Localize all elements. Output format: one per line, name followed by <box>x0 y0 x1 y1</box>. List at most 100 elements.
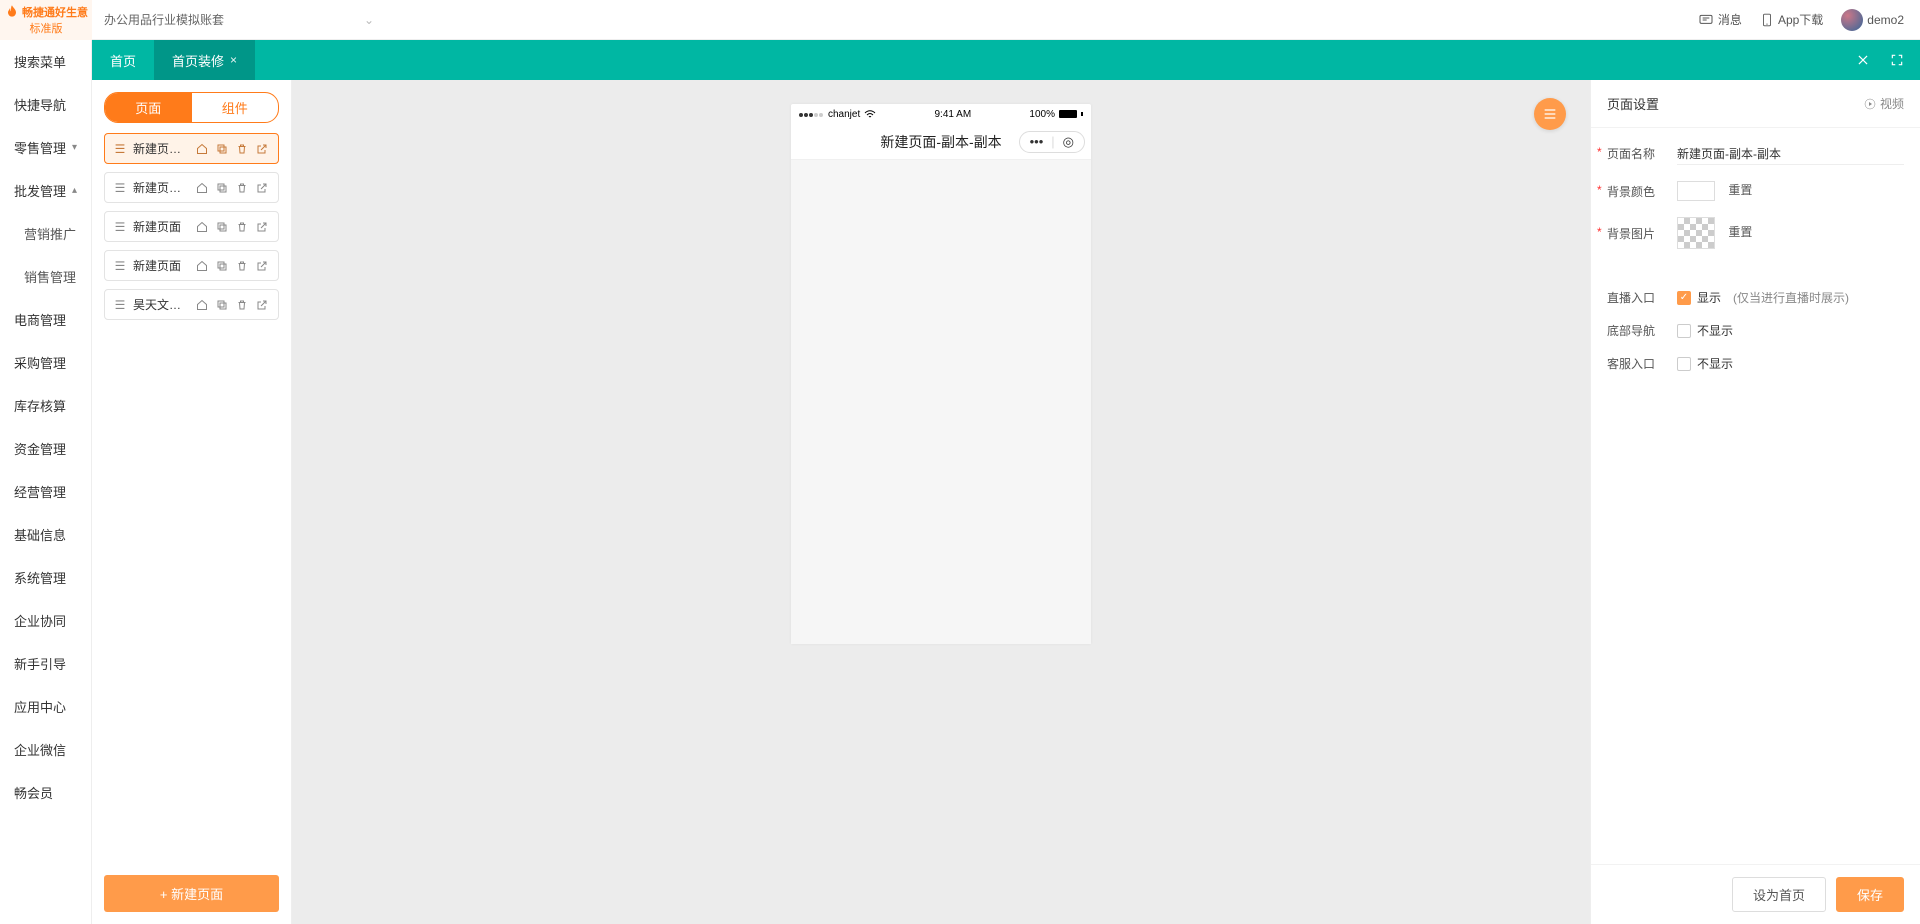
list-icon: ☰ <box>113 181 127 195</box>
bottom-nav-label: 底部导航 <box>1607 322 1677 339</box>
service-entry-label: 客服入口 <box>1607 355 1677 372</box>
close-icon[interactable]: × <box>230 53 237 67</box>
panel-tab-switch: 页面 组件 <box>104 92 279 123</box>
page-items: ☰新建页面-副本... ☰新建页面-副本 ☰新建页面 ☰新建页面 ☰昊天文具店 <box>104 133 279 875</box>
home-icon[interactable] <box>196 221 210 233</box>
org-name: 办公用品行业模拟账套 <box>104 11 224 28</box>
bg-image-reset[interactable]: 重置 <box>1728 225 1752 239</box>
delete-icon[interactable] <box>236 299 250 311</box>
share-icon[interactable] <box>256 182 270 194</box>
page-list-item[interactable]: ☰昊天文具店 <box>104 289 279 320</box>
page-list-item[interactable]: ☰新建页面-副本... <box>104 133 279 164</box>
canvas: chanjet 9:41 AM 100% 新建页面-副本-副本 ••• <box>292 80 1590 924</box>
live-entry-label: 直播入口 <box>1607 289 1677 306</box>
play-icon <box>1864 98 1876 110</box>
nav-item[interactable]: 资金管理 <box>0 427 91 470</box>
home-icon[interactable] <box>196 260 210 272</box>
share-icon[interactable] <box>256 299 270 311</box>
home-icon[interactable] <box>196 182 210 194</box>
message-button[interactable]: 消息 <box>1698 11 1742 28</box>
nav-item[interactable]: 新手引导 <box>0 642 91 685</box>
settings-panel: 页面设置 视频 页面名称 背景颜色 重置 <box>1590 80 1920 924</box>
target-icon[interactable]: ◎ <box>1059 134 1078 150</box>
brand-logo: 畅捷通好生意 <box>4 4 88 20</box>
nav-item[interactable]: 快捷导航 <box>0 83 91 126</box>
list-icon: ☰ <box>113 142 127 156</box>
delete-icon[interactable] <box>236 182 250 194</box>
bg-image-label: 背景图片 <box>1607 225 1677 242</box>
tab-home[interactable]: 首页 <box>92 40 154 80</box>
message-icon <box>1698 12 1714 28</box>
nav-subitem[interactable]: 销售管理 <box>0 255 91 298</box>
flame-icon <box>4 4 20 20</box>
copy-icon[interactable] <box>216 182 230 194</box>
page-list-item[interactable]: ☰新建页面 <box>104 250 279 281</box>
service-entry-checkbox[interactable] <box>1677 357 1691 371</box>
list-icon: ☰ <box>113 259 127 273</box>
nav-subitem[interactable]: 营销推广 <box>0 212 91 255</box>
page-list-item[interactable]: ☰新建页面 <box>104 211 279 242</box>
signal-icon <box>799 109 824 120</box>
copy-icon[interactable] <box>216 143 230 155</box>
nav-item[interactable]: 采购管理 <box>0 341 91 384</box>
bottom-nav-checkbox[interactable] <box>1677 324 1691 338</box>
toggle-panel-button[interactable] <box>1534 98 1566 130</box>
tab-page-decorate[interactable]: 首页装修 × <box>154 40 255 80</box>
nav-item[interactable]: 基础信息 <box>0 513 91 556</box>
brand-edition: 标准版 <box>30 20 63 36</box>
fullscreen-button[interactable] <box>1884 47 1910 73</box>
org-selector[interactable]: 办公用品行业模拟账套 ⌄ <box>104 11 374 28</box>
delete-icon[interactable] <box>236 221 250 233</box>
page-list-panel: 页面 组件 ☰新建页面-副本... ☰新建页面-副本 ☰新建页面 ☰新建页面 ☰昊天文具… <box>92 80 292 924</box>
close-all-button[interactable] <box>1850 47 1876 73</box>
nav-item[interactable]: 畅会员 <box>0 771 91 814</box>
set-home-button[interactable]: 设为首页 <box>1732 877 1826 912</box>
nav-item[interactable]: 批发管理▴ <box>0 169 91 212</box>
avatar <box>1841 9 1863 31</box>
caret-up-icon: ▴ <box>72 185 77 196</box>
list-icon: ☰ <box>113 220 127 234</box>
phone-status-bar: chanjet 9:41 AM 100% <box>791 104 1091 124</box>
video-help-link[interactable]: 视频 <box>1864 95 1904 112</box>
share-icon[interactable] <box>256 221 270 233</box>
nav-item[interactable]: 企业微信 <box>0 728 91 771</box>
bg-color-reset[interactable]: 重置 <box>1728 183 1752 197</box>
bg-image-picker[interactable] <box>1677 217 1715 249</box>
home-icon[interactable] <box>196 143 210 155</box>
user-menu[interactable]: demo2 <box>1841 9 1904 31</box>
page-list-item[interactable]: ☰新建页面-副本 <box>104 172 279 203</box>
settings-title: 页面设置 <box>1607 94 1659 113</box>
share-icon[interactable] <box>256 260 270 272</box>
nav-item[interactable]: 应用中心 <box>0 685 91 728</box>
copy-icon[interactable] <box>216 299 230 311</box>
nav-item[interactable]: 库存核算 <box>0 384 91 427</box>
home-icon[interactable] <box>196 299 210 311</box>
top-bar: 畅捷通好生意 标准版 办公用品行业模拟账套 ⌄ 消息 App下载 demo2 <box>0 0 1920 40</box>
panel-tab-component[interactable]: 组件 <box>192 93 279 122</box>
nav-item[interactable]: 零售管理▾ <box>0 126 91 169</box>
new-page-button[interactable]: + 新建页面 <box>104 875 279 912</box>
panel-tab-page[interactable]: 页面 <box>105 93 192 122</box>
miniapp-capsule: ••• | ◎ <box>1019 131 1085 153</box>
page-name-input[interactable] <box>1677 142 1904 165</box>
share-icon[interactable] <box>256 143 270 155</box>
top-right-actions: 消息 App下载 demo2 <box>1698 9 1920 31</box>
nav-item[interactable]: 电商管理 <box>0 298 91 341</box>
nav-item[interactable]: 系统管理 <box>0 556 91 599</box>
tab-bar: 首页 首页装修 × <box>92 40 1920 80</box>
bg-color-swatch[interactable] <box>1677 181 1715 201</box>
delete-icon[interactable] <box>236 143 250 155</box>
nav-item[interactable]: 经营管理 <box>0 470 91 513</box>
more-icon[interactable]: ••• <box>1026 134 1048 149</box>
delete-icon[interactable] <box>236 260 250 272</box>
save-button[interactable]: 保存 <box>1836 877 1904 912</box>
live-entry-checkbox[interactable]: ✓ <box>1677 291 1691 305</box>
nav-item[interactable]: 企业协同 <box>0 599 91 642</box>
copy-icon[interactable] <box>216 260 230 272</box>
nav-item[interactable]: 搜索菜单 <box>0 40 91 83</box>
phone-body[interactable] <box>791 160 1091 644</box>
app-download-button[interactable]: App下载 <box>1760 11 1823 28</box>
page-name-label: 页面名称 <box>1607 145 1677 162</box>
bg-color-label: 背景颜色 <box>1607 183 1677 200</box>
copy-icon[interactable] <box>216 221 230 233</box>
